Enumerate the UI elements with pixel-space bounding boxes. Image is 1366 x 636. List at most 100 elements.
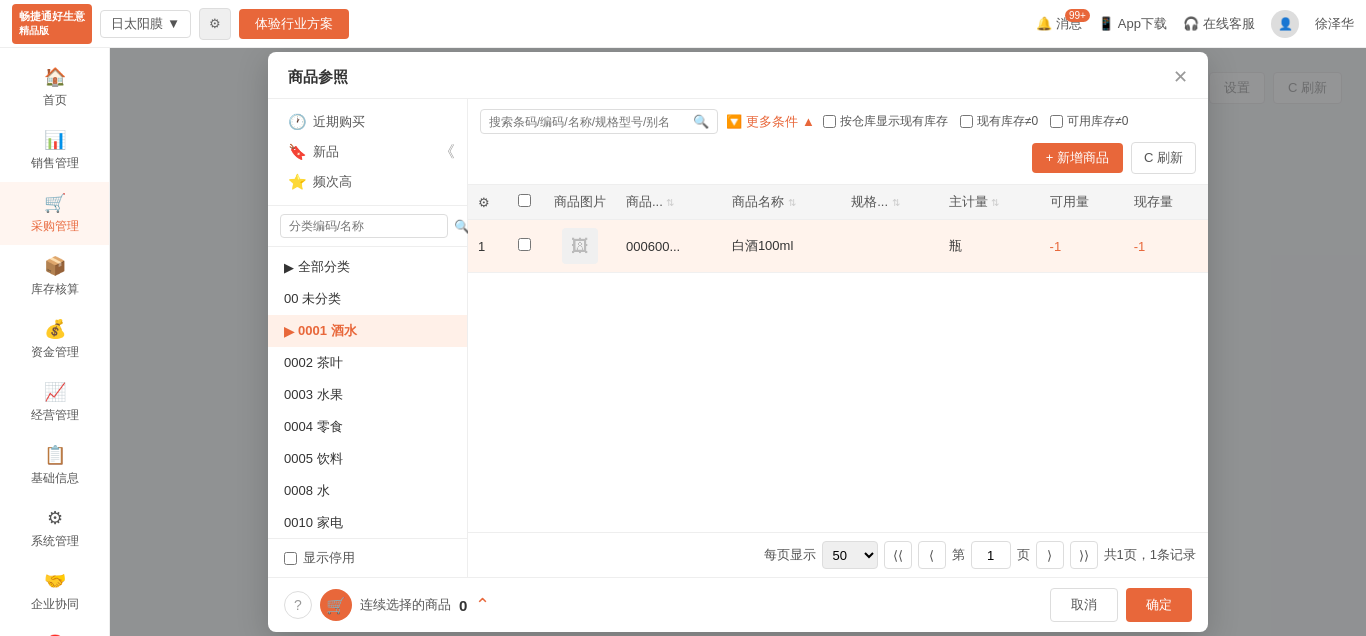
inventory-icon: 📦 xyxy=(44,255,66,277)
pagination-area: 每页显示 50 100 200 ⟨⟨ ⟨ 第 页 ⟩ xyxy=(468,532,1208,577)
category-liquor[interactable]: ▶ 0001 酒水 xyxy=(268,315,467,347)
per-page-select[interactable]: 50 100 200 xyxy=(822,541,878,569)
cart-label: 连续选择的商品 xyxy=(360,596,451,614)
modal-overlay: 商品参照 ✕ 🕐 近期购买 xyxy=(110,48,1366,636)
row-checkbox[interactable] xyxy=(518,238,531,251)
col-header-check xyxy=(508,185,544,220)
category-appliance[interactable]: 0010 家电 xyxy=(268,507,467,538)
sort-name-icon[interactable]: ⇅ xyxy=(788,197,796,208)
sidebar-item-sales[interactable]: 📊 销售管理 xyxy=(0,119,109,182)
first-page-button[interactable]: ⟨⟨ xyxy=(884,541,912,569)
sidebar-item-home[interactable]: 🏠 首页 xyxy=(0,56,109,119)
product-toolbar: 🔍 🔽 更多条件 ▲ 按仓库显示现有库存 xyxy=(468,99,1208,185)
cancel-button[interactable]: 取消 xyxy=(1050,588,1118,622)
available-nonzero-label[interactable]: 可用库存≠0 xyxy=(1050,113,1128,130)
enterprise-icon: 🤝 xyxy=(44,570,66,592)
left-panel: 🕐 近期购买 🔖 新品 ⭐ 频次高 xyxy=(268,99,468,577)
online-service-button[interactable]: 🎧 在线客服 xyxy=(1183,15,1255,33)
col-header-spec: 规格... ⇅ xyxy=(841,185,939,220)
stock-nonzero-checkbox[interactable] xyxy=(960,115,973,128)
confirm-button[interactable]: 确定 xyxy=(1126,588,1192,622)
sort-unit-icon[interactable]: ⇅ xyxy=(991,197,999,208)
new-product-btn[interactable]: 🔖 新品 xyxy=(280,137,373,167)
product-image: 🖼 xyxy=(562,228,598,264)
category-tea[interactable]: 0002 茶叶 xyxy=(268,347,467,379)
right-panel: 🔍 🔽 更多条件 ▲ 按仓库显示现有库存 xyxy=(468,99,1208,577)
category-uncategorized[interactable]: 00 未分类 xyxy=(268,283,467,315)
help-button[interactable]: ? xyxy=(284,591,312,619)
sales-icon: 📊 xyxy=(44,129,66,151)
quick-buttons: 🕐 近期购买 🔖 新品 ⭐ 频次高 xyxy=(268,99,467,206)
footer-left: ? 🛒 连续选择的商品 0 ⌃ xyxy=(284,589,490,621)
row-spec xyxy=(841,220,939,273)
sidebar-item-inventory[interactable]: 📦 库存核算 xyxy=(0,245,109,308)
category-search-input[interactable] xyxy=(280,214,448,238)
search-icon[interactable]: 🔍 xyxy=(693,114,709,129)
select-all-checkbox[interactable] xyxy=(518,194,531,207)
recent-purchase-btn[interactable]: 🕐 近期购买 xyxy=(280,107,373,137)
category-fruit[interactable]: 0003 水果 xyxy=(268,379,467,411)
row-available: -1 xyxy=(1040,220,1124,273)
table-settings-icon[interactable]: ⚙ xyxy=(478,195,490,210)
sidebar-item-purchase[interactable]: 🛒 采购管理 xyxy=(0,182,109,245)
sidebar-item-finance[interactable]: 💰 资金管理 xyxy=(0,308,109,371)
high-frequency-btn[interactable]: ⭐ 频次高 xyxy=(280,167,373,197)
product-search-input[interactable] xyxy=(489,115,689,129)
next-page-button[interactable]: ⟩ xyxy=(1036,541,1064,569)
refresh-button[interactable]: C 刷新 xyxy=(1131,142,1196,174)
star-icon: ⭐ xyxy=(288,173,307,191)
show-disabled-area: 显示停用 xyxy=(268,538,467,577)
cart-count: 0 xyxy=(459,597,467,614)
home-icon: 🏠 xyxy=(44,66,66,88)
category-list: ▶ 全部分类 00 未分类 ▶ 0001 酒水 0002 茶 xyxy=(268,247,467,538)
sidebar-item-system[interactable]: ⚙ 系统管理 xyxy=(0,497,109,560)
sidebar-item-enterprise[interactable]: 🤝 企业协同 xyxy=(0,560,109,623)
chevron-down-icon: ▼ xyxy=(167,16,180,31)
product-table: ⚙ 商品图片 xyxy=(468,185,1208,273)
row-no: 1 xyxy=(468,220,508,273)
prev-page-button[interactable]: ⟨ xyxy=(918,541,946,569)
collapse-left-panel-button[interactable]: 《 xyxy=(439,142,455,163)
modal-title: 商品参照 xyxy=(288,68,348,87)
trial-button[interactable]: 体验行业方案 xyxy=(239,9,349,39)
category-all[interactable]: ▶ 全部分类 xyxy=(268,251,467,283)
category-beverage[interactable]: 0005 饮料 xyxy=(268,443,467,475)
chevron-up-icon: ▲ xyxy=(802,114,815,129)
more-filter-button[interactable]: 🔽 更多条件 ▲ xyxy=(726,113,815,131)
table-row[interactable]: 1 🖼 000600... xyxy=(468,220,1208,273)
stock-nonzero-label[interactable]: 现有库存≠0 xyxy=(960,113,1038,130)
sidebar-item-business[interactable]: 📈 经营管理 xyxy=(0,371,109,434)
app-download-button[interactable]: 📱 App下载 xyxy=(1098,15,1167,33)
cart-button[interactable]: 🛒 xyxy=(320,589,352,621)
category-snack[interactable]: 0004 零食 xyxy=(268,411,467,443)
username-label[interactable]: 徐泽华 xyxy=(1315,15,1354,33)
warehouse-filter-label[interactable]: 按仓库显示现有库存 xyxy=(823,113,948,130)
add-product-button[interactable]: + 新增商品 xyxy=(1032,143,1123,173)
clock-icon: 🕐 xyxy=(288,113,307,131)
modal-footer: ? 🛒 连续选择的商品 0 ⌃ 取消 确定 xyxy=(268,577,1208,632)
settings-icon[interactable]: ⚙ xyxy=(199,8,231,40)
last-page-button[interactable]: ⟩⟩ xyxy=(1070,541,1098,569)
row-name: 白酒100ml xyxy=(722,220,841,273)
bell-icon: 🔔 xyxy=(1036,16,1052,31)
new-icon: 🔖 xyxy=(288,143,307,161)
arrow-active-icon: ▶ xyxy=(284,324,294,339)
company-dropdown[interactable]: 日太阳膜 ▼ xyxy=(100,10,191,38)
headset-icon: 🎧 xyxy=(1183,16,1199,31)
modal-close-button[interactable]: ✕ xyxy=(1173,66,1188,88)
page-number-input[interactable] xyxy=(971,541,1011,569)
col-header-unit: 主计量 ⇅ xyxy=(939,185,1040,220)
row-code: 000600... xyxy=(616,220,722,273)
sort-code-icon[interactable]: ⇅ xyxy=(666,197,674,208)
sidebar: 🏠 首页 📊 销售管理 🛒 采购管理 📦 库存核算 💰 资金管理 📈 经营管理 … xyxy=(0,48,110,636)
sidebar-item-base-info[interactable]: 📋 基础信息 xyxy=(0,434,109,497)
collapse-footer-button[interactable]: ⌃ xyxy=(475,594,490,616)
available-nonzero-checkbox[interactable] xyxy=(1050,115,1063,128)
topbar-right: 🔔 消息 99+ 📱 App下载 🎧 在线客服 👤 徐泽华 xyxy=(1036,10,1354,38)
category-water[interactable]: 0008 水 xyxy=(268,475,467,507)
sidebar-item-guide[interactable]: 🎯 新手引导 xyxy=(0,623,109,636)
show-disabled-checkbox[interactable] xyxy=(284,552,297,565)
sort-spec-icon[interactable]: ⇅ xyxy=(892,197,900,208)
warehouse-filter-checkbox[interactable] xyxy=(823,115,836,128)
messages-button[interactable]: 🔔 消息 99+ xyxy=(1036,15,1082,33)
